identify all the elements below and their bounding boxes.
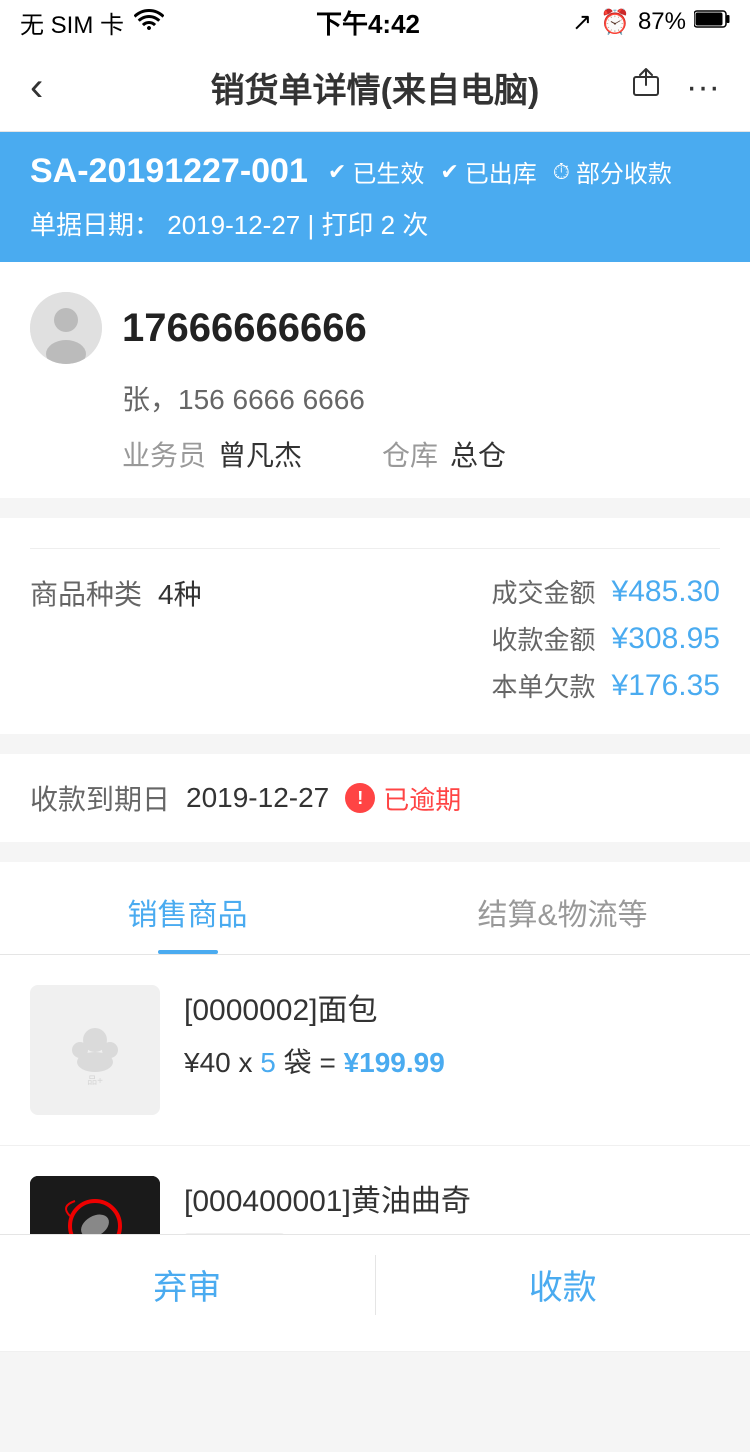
battery-level: 87% (638, 8, 686, 36)
product-qty-1: 5 (260, 1047, 276, 1078)
cancel-button[interactable]: 弃审 (0, 1235, 375, 1334)
confirm-button[interactable]: 收款 (376, 1235, 750, 1334)
amounts: 成交金额 ¥485.30 收款金额 ¥308.95 本单欠款 ¥176.35 (492, 573, 720, 704)
product-type-count: 4种 (158, 573, 202, 613)
product-name-1: [0000002]面包 (184, 985, 720, 1029)
salesperson-item: 业务员 曾凡杰 (122, 434, 302, 474)
overdue-text: 已逾期 (383, 780, 461, 817)
status-bar: 无 SIM 卡 下午4:42 ↗ ⏰ 87% (0, 0, 750, 44)
more-icon[interactable]: ··· (686, 68, 720, 107)
badge-partial-payment: ⏱ 部分收款 (553, 154, 672, 189)
salesperson-value: 曾凡杰 (218, 434, 302, 474)
status-badges: ✔ 已生效 ✔ 已出库 ⏱ 部分收款 (328, 154, 672, 189)
product-name-2: [000400001]黄油曲奇 (184, 1176, 720, 1220)
tabs: 销售商品 结算&物流等 (0, 862, 750, 955)
debt-amount-label: 本单欠款 (492, 667, 596, 704)
customer-row1: 17666666666 (30, 292, 720, 364)
salesperson-label: 业务员 (122, 434, 206, 474)
order-header: SA-20191227-001 ✔ 已生效 ✔ 已出库 ⏱ 部分收款 单据日期：… (0, 132, 750, 262)
product-total-1: ¥199.99 (344, 1047, 445, 1078)
product-price-1: ¥40 x 5 袋 = ¥199.99 (184, 1041, 720, 1081)
bottom-bar: 弃审 收款 (0, 1234, 750, 1334)
products-list: 品+ [0000002]面包 ¥40 x 5 袋 = ¥199.99 (0, 955, 750, 1452)
location-icon: ↗ (572, 8, 592, 37)
customer-meta: 业务员 曾凡杰 仓库 总仓 (30, 434, 720, 474)
back-button[interactable]: ‹ (30, 65, 43, 110)
tabs-section: 销售商品 结算&物流等 品+ [0000002]面包 ¥40 (0, 842, 750, 1452)
debt-amount-row: 本单欠款 ¥176.35 (492, 667, 720, 704)
tab-settlement[interactable]: 结算&物流等 (375, 862, 750, 954)
badge-shipped: ✔ 已出库 (440, 154, 536, 189)
product-info-1: [0000002]面包 ¥40 x 5 袋 = ¥199.99 (184, 985, 720, 1081)
page-title: 销货单详情(来自电脑) (211, 63, 540, 112)
overdue-badge: ! 已逾期 (345, 780, 461, 817)
product-type: 商品种类 4种 (30, 573, 202, 613)
customer-phone: 17666666666 (122, 306, 367, 351)
battery-icon (694, 8, 730, 36)
order-id: SA-20191227-001 (30, 152, 308, 191)
nav-bar: ‹ 销货单详情(来自电脑) ··· (0, 44, 750, 132)
sim-status: 无 SIM 卡 (20, 5, 124, 40)
collection-amount-label: 收款金额 (492, 620, 596, 657)
collection-amount-value: ¥308.95 (612, 622, 720, 656)
deal-amount-row: 成交金额 ¥485.30 (492, 573, 720, 610)
status-bar-right: ↗ ⏰ 87% (572, 8, 730, 37)
divider-top (30, 548, 720, 549)
status-bar-time: 下午4:42 (316, 4, 420, 41)
status-bar-left: 无 SIM 卡 (20, 5, 164, 40)
check-icon-2: ✔ (440, 159, 458, 185)
due-date: 2019-12-27 (186, 782, 329, 814)
nav-actions: ··· (630, 67, 720, 108)
product-thumbnail-1: 品+ (30, 985, 160, 1115)
warehouse-label: 仓库 (382, 434, 438, 474)
badge-effective: ✔ 已生效 (328, 154, 424, 189)
wifi-icon (134, 8, 164, 37)
deal-amount-label: 成交金额 (492, 573, 596, 610)
order-header-date: 单据日期： 2019-12-27 | 打印 2 次 (30, 205, 720, 242)
table-row: 品+ [0000002]面包 ¥40 x 5 袋 = ¥199.99 (0, 955, 750, 1146)
customer-section: 17666666666 张，156 6666 6666 业务员 曾凡杰 仓库 总… (0, 262, 750, 498)
alarm-icon: ⏰ (600, 8, 630, 37)
check-icon-1: ✔ (328, 159, 346, 185)
collection-amount-row: 收款金额 ¥308.95 (492, 620, 720, 657)
tab-products[interactable]: 销售商品 (0, 862, 375, 954)
customer-name-phone: 张，156 6666 6666 (30, 378, 720, 418)
warehouse-value: 总仓 (450, 434, 506, 474)
debt-amount-value: ¥176.35 (612, 669, 720, 703)
due-label: 收款到期日 (30, 778, 170, 818)
svg-text:品+: 品+ (87, 1075, 103, 1087)
share-icon[interactable] (630, 67, 662, 108)
overdue-icon: ! (345, 783, 375, 813)
payment-due-section: 收款到期日 2019-12-27 ! 已逾期 (0, 754, 750, 842)
clock-icon: ⏱ (553, 159, 570, 185)
deal-amount-value: ¥485.30 (612, 575, 720, 609)
product-type-label: 商品种类 (30, 573, 142, 613)
summary-grid: 商品种类 4种 成交金额 ¥485.30 收款金额 ¥308.95 本单欠款 ¥… (30, 573, 720, 704)
summary-section: 商品种类 4种 成交金额 ¥485.30 收款金额 ¥308.95 本单欠款 ¥… (0, 518, 750, 734)
warehouse-item: 仓库 总仓 (382, 434, 506, 474)
avatar (30, 292, 102, 364)
order-header-row1: SA-20191227-001 ✔ 已生效 ✔ 已出库 ⏱ 部分收款 (30, 152, 720, 191)
